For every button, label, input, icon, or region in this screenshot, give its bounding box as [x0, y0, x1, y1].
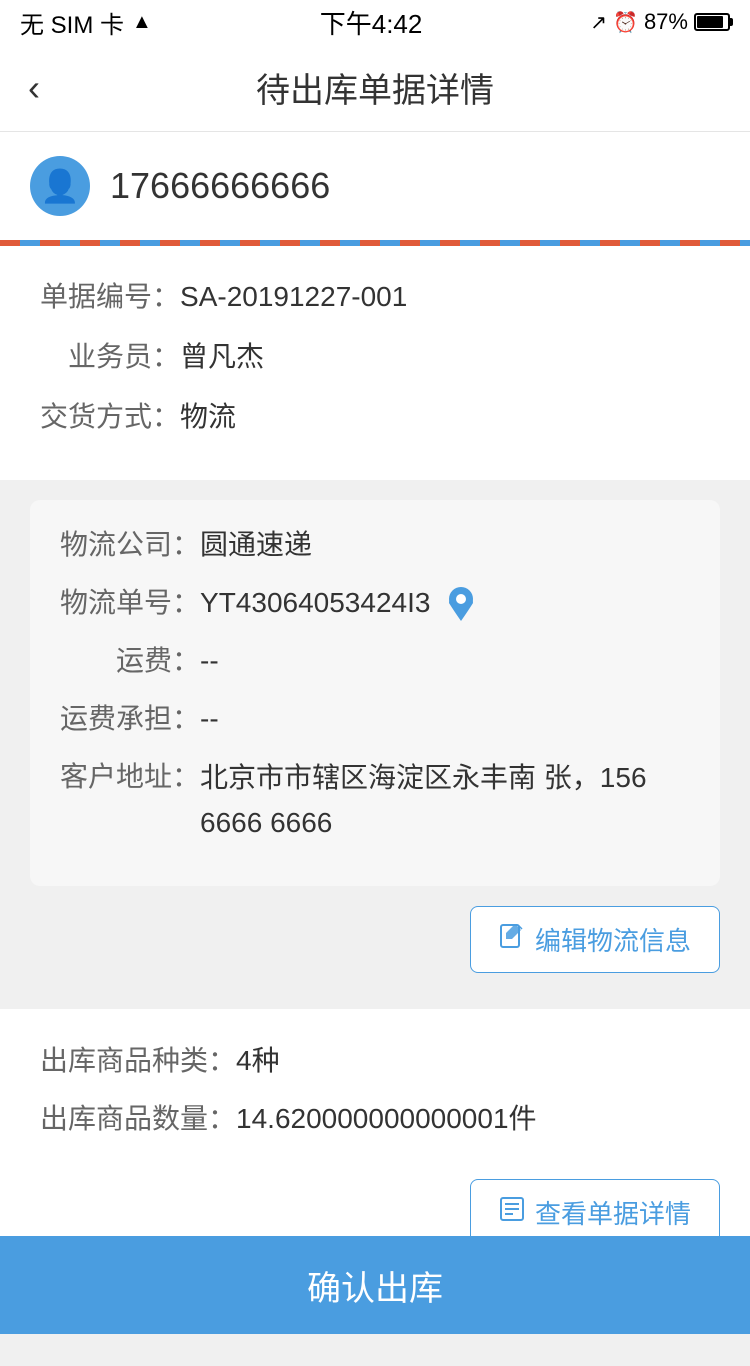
- freight-bearer-value: --: [200, 698, 690, 740]
- location-pin-icon[interactable]: [444, 586, 478, 620]
- battery-percent: 87%: [644, 9, 688, 35]
- confirm-button-wrap: 确认出库: [0, 1236, 750, 1334]
- location-active-icon: ↗: [590, 10, 607, 35]
- nav-bar: ‹ 待出库单据详情: [0, 44, 750, 132]
- goods-quantity-label: 出库商品数量：: [40, 1097, 236, 1137]
- customer-phone: 17666666666: [110, 165, 330, 207]
- goods-types-row: 出库商品种类： 4种: [40, 1039, 710, 1079]
- wifi-icon: ▲: [132, 11, 152, 34]
- tracking-label: 物流单号：: [60, 582, 200, 624]
- view-detail-label: 查看单据详情: [535, 1194, 691, 1231]
- order-number-label: 单据编号：: [40, 276, 180, 318]
- tracking-number-row: 物流单号： YT43064053424I3: [60, 582, 690, 624]
- goods-section: 出库商品种类： 4种 出库商品数量： 14.620000000000001件: [0, 1009, 750, 1179]
- tracking-value-wrap: YT43064053424I3: [200, 582, 690, 624]
- avatar: 👤: [30, 156, 90, 216]
- address-value: 北京市市辖区海淀区永丰南 张，156 6666 6666: [200, 756, 690, 846]
- back-button[interactable]: ‹: [28, 67, 40, 109]
- sales-person-row: 业务员： 曾凡杰: [40, 336, 710, 378]
- confirm-button-label: 确认出库: [307, 1261, 443, 1310]
- sales-person-label: 业务员：: [40, 336, 180, 378]
- goods-quantity-row: 出库商品数量： 14.620000000000001件: [40, 1097, 710, 1137]
- edit-button-label: 编辑物流信息: [535, 921, 691, 958]
- battery-icon: [694, 13, 730, 31]
- edit-icon: [499, 923, 525, 956]
- status-bar: 无 SIM 卡 ▲ 下午4:42 ↗ ⏰ 87%: [0, 0, 750, 44]
- carrier-label: 无 SIM 卡: [20, 5, 124, 40]
- freight-bearer-label: 运费承担：: [60, 698, 200, 740]
- freight-value: --: [200, 640, 690, 682]
- tracking-number: YT43064053424I3: [200, 582, 430, 624]
- status-left: 无 SIM 卡 ▲: [20, 5, 152, 40]
- goods-types-label: 出库商品种类：: [40, 1039, 236, 1079]
- freight-bearer-row: 运费承担： --: [60, 698, 690, 740]
- confirm-button[interactable]: 确认出库: [0, 1236, 750, 1334]
- logistics-section: 物流公司： 圆通速递 物流单号： YT43064053424I3 运费： -- …: [30, 500, 720, 886]
- status-time: 下午4:42: [320, 4, 423, 41]
- page-title: 待出库单据详情: [256, 63, 494, 112]
- delivery-method-row: 交货方式： 物流: [40, 396, 710, 438]
- order-number-row: 单据编号： SA-20191227-001: [40, 276, 710, 318]
- address-row: 客户地址： 北京市市辖区海淀区永丰南 张，156 6666 6666: [60, 756, 690, 846]
- customer-header: 👤 17666666666: [0, 132, 750, 240]
- status-right: ↗ ⏰ 87%: [590, 9, 730, 35]
- delivery-method-label: 交货方式：: [40, 396, 180, 438]
- separator-1: [0, 993, 750, 1009]
- freight-row: 运费： --: [60, 640, 690, 682]
- address-label: 客户地址：: [60, 756, 200, 798]
- goods-quantity-value: 14.620000000000001件: [236, 1097, 537, 1137]
- goods-types-value: 4种: [236, 1039, 280, 1079]
- delivery-method-value: 物流: [180, 396, 710, 438]
- freight-label: 运费：: [60, 640, 200, 682]
- edit-button-wrap: 编辑物流信息: [0, 906, 750, 993]
- order-info-section: 单据编号： SA-20191227-001 业务员： 曾凡杰 交货方式： 物流: [0, 246, 750, 480]
- person-icon: 👤: [40, 167, 80, 205]
- alarm-icon: ⏰: [613, 10, 638, 35]
- order-number-value: SA-20191227-001: [180, 276, 710, 318]
- logistics-company-row: 物流公司： 圆通速递: [60, 524, 690, 566]
- logistics-company-label: 物流公司：: [60, 524, 200, 566]
- edit-logistics-button[interactable]: 编辑物流信息: [470, 906, 720, 973]
- list-icon: [499, 1196, 525, 1229]
- sales-person-value: 曾凡杰: [180, 336, 710, 378]
- logistics-company-value: 圆通速递: [200, 524, 690, 566]
